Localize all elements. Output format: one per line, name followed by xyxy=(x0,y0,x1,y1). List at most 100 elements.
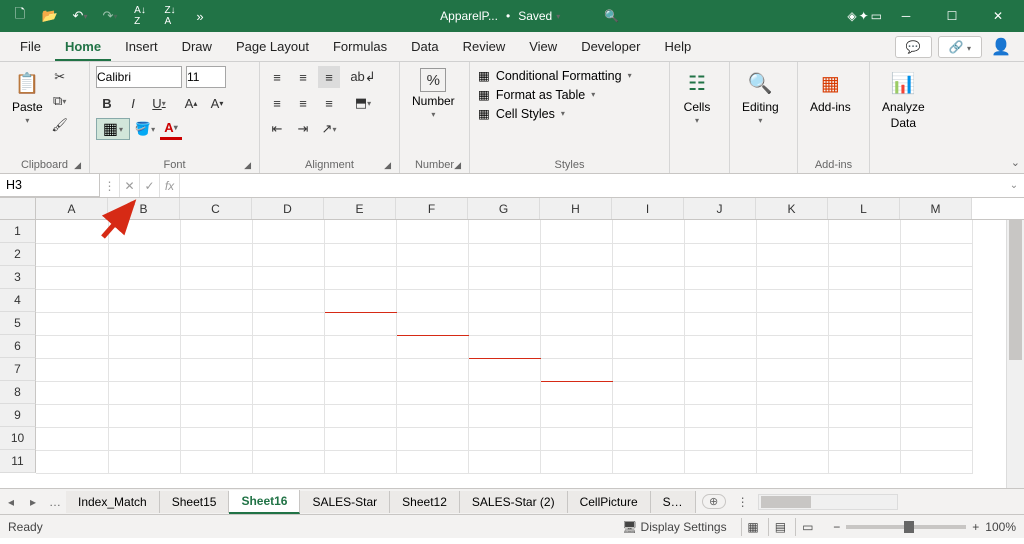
row-header[interactable]: 7 xyxy=(0,358,36,381)
row-header[interactable]: 10 xyxy=(0,427,36,450)
sort-asc-icon[interactable]: A↓Z xyxy=(128,4,152,28)
undo-icon[interactable]: ↶▾ xyxy=(68,4,92,28)
diamond-icon[interactable]: ◈ xyxy=(847,9,856,23)
enter-formula-icon[interactable]: ✓ xyxy=(140,174,160,197)
tab-split-handle[interactable]: ⋮ xyxy=(732,495,754,509)
tab-formulas[interactable]: Formulas xyxy=(323,33,397,61)
conditional-formatting-button[interactable]: ▦Conditional Formatting▾ xyxy=(476,66,634,85)
tab-insert[interactable]: Insert xyxy=(115,33,168,61)
col-header[interactable]: M xyxy=(900,198,972,219)
redo-icon[interactable]: ↷▾ xyxy=(98,4,122,28)
fx-icon[interactable]: fx xyxy=(160,174,180,197)
alignment-launcher-icon[interactable]: ◢ xyxy=(384,160,391,171)
analyze-data-button[interactable]: 📊AnalyzeData xyxy=(876,66,931,132)
font-launcher-icon[interactable]: ◢ xyxy=(244,160,251,171)
collapse-ribbon-icon[interactable]: ⌄ xyxy=(1011,156,1020,169)
account-icon[interactable]: 👤 xyxy=(988,37,1014,57)
align-left-icon[interactable]: ≡ xyxy=(266,92,288,114)
sheet-nav-next-icon[interactable]: ▸ xyxy=(22,495,44,509)
tell-me-search-icon[interactable]: 🔍 xyxy=(604,9,619,23)
bold-button[interactable]: B xyxy=(96,92,118,114)
copy-icon[interactable]: ⧉▾ xyxy=(49,90,71,112)
format-painter-icon[interactable]: 🖌 xyxy=(49,114,71,136)
cancel-formula-icon[interactable]: ✕ xyxy=(120,174,140,197)
tab-home[interactable]: Home xyxy=(55,33,111,61)
tab-file[interactable]: File xyxy=(10,33,51,61)
tab-help[interactable]: Help xyxy=(654,33,701,61)
tab-draw[interactable]: Draw xyxy=(172,33,222,61)
col-header[interactable]: K xyxy=(756,198,828,219)
row-header[interactable]: 4 xyxy=(0,289,36,312)
align-top-icon[interactable]: ≡ xyxy=(266,66,288,88)
col-header[interactable]: L xyxy=(828,198,900,219)
zoom-in-button[interactable]: + xyxy=(972,520,979,534)
qat-overflow-icon[interactable]: » xyxy=(188,4,212,28)
clipboard-launcher-icon[interactable]: ◢ xyxy=(74,160,81,171)
align-center-icon[interactable]: ≡ xyxy=(292,92,314,114)
cells[interactable] xyxy=(36,220,973,474)
maximize-button[interactable]: ☐ xyxy=(930,1,974,31)
sort-desc-icon[interactable]: Z↓A xyxy=(158,4,182,28)
display-settings-button[interactable]: 🖥 Display Settings xyxy=(622,520,727,534)
sheet-tab[interactable]: Sheet15 xyxy=(160,491,230,513)
row-header[interactable]: 9 xyxy=(0,404,36,427)
decrease-indent-icon[interactable]: ⇤ xyxy=(266,118,288,140)
borders-button[interactable]: ▦▾ xyxy=(96,118,130,140)
italic-button[interactable]: I xyxy=(122,92,144,114)
expand-formula-bar-icon[interactable]: ⌄ xyxy=(1004,174,1024,197)
col-header[interactable]: F xyxy=(396,198,468,219)
cut-icon[interactable]: ✂ xyxy=(49,66,71,88)
sheet-tab[interactable]: Index_Match xyxy=(66,491,160,513)
font-size-select[interactable] xyxy=(186,66,226,88)
save-state[interactable]: Saved ▾ xyxy=(518,9,560,23)
align-right-icon[interactable]: ≡ xyxy=(318,92,340,114)
close-button[interactable]: ✕ xyxy=(976,1,1020,31)
increase-indent-icon[interactable]: ⇥ xyxy=(292,118,314,140)
wrap-text-button[interactable]: ab↲ xyxy=(352,66,374,88)
row-header[interactable]: 1 xyxy=(0,220,36,243)
cells-button[interactable]: ☷Cells▾ xyxy=(676,66,718,127)
comments-button[interactable]: 💬 xyxy=(895,36,932,58)
row-header[interactable]: 2 xyxy=(0,243,36,266)
open-file-icon[interactable]: 📂 xyxy=(38,4,62,28)
minimize-button[interactable]: ─ xyxy=(884,1,928,31)
font-color-button[interactable]: A▾ xyxy=(160,118,182,140)
sheet-tab[interactable]: SALES-Star (2) xyxy=(460,491,568,513)
col-header[interactable]: G xyxy=(468,198,540,219)
zoom-out-button[interactable]: − xyxy=(833,520,840,534)
namebox-dropdown-icon[interactable]: ⋮ xyxy=(100,174,120,197)
sheet-nav-prev-icon[interactable]: ◂ xyxy=(0,495,22,509)
zoom-level[interactable]: 100% xyxy=(985,520,1016,534)
col-header[interactable]: H xyxy=(540,198,612,219)
tab-page-layout[interactable]: Page Layout xyxy=(226,33,319,61)
sheet-tab[interactable]: Sheet16 xyxy=(229,490,300,514)
cell-styles-button[interactable]: ▦Cell Styles▾ xyxy=(476,104,567,123)
col-header[interactable]: B xyxy=(108,198,180,219)
row-header[interactable]: 8 xyxy=(0,381,36,404)
page-layout-view-icon[interactable]: ▤ xyxy=(768,518,792,536)
sheet-nav-more-icon[interactable]: … xyxy=(44,495,66,509)
formula-input[interactable] xyxy=(180,174,1004,197)
format-as-table-button[interactable]: ▦Format as Table▾ xyxy=(476,85,597,104)
col-header[interactable]: E xyxy=(324,198,396,219)
page-break-view-icon[interactable]: ▭ xyxy=(795,518,819,536)
shrink-font-button[interactable]: A▾ xyxy=(206,92,228,114)
fill-color-button[interactable]: 🪣▾ xyxy=(134,118,156,140)
tab-review[interactable]: Review xyxy=(453,33,516,61)
align-middle-icon[interactable]: ≡ xyxy=(292,66,314,88)
row-header[interactable]: 5 xyxy=(0,312,36,335)
normal-view-icon[interactable]: ▦ xyxy=(741,518,765,536)
row-header[interactable]: 6 xyxy=(0,335,36,358)
sheet-tab[interactable]: Sheet12 xyxy=(390,491,460,513)
tab-data[interactable]: Data xyxy=(401,33,448,61)
col-header[interactable]: C xyxy=(180,198,252,219)
number-button[interactable]: % Number ▾ xyxy=(406,66,461,121)
merge-center-button[interactable]: ⬒▾ xyxy=(352,92,374,114)
grow-font-button[interactable]: A▴ xyxy=(180,92,202,114)
addins-button[interactable]: ▦Add-ins xyxy=(804,66,857,116)
new-sheet-button[interactable]: ⊕ xyxy=(702,494,726,509)
horizontal-scrollbar[interactable] xyxy=(758,494,898,510)
row-header[interactable]: 11 xyxy=(0,450,36,473)
font-name-select[interactable] xyxy=(96,66,182,88)
row-header[interactable]: 3 xyxy=(0,266,36,289)
